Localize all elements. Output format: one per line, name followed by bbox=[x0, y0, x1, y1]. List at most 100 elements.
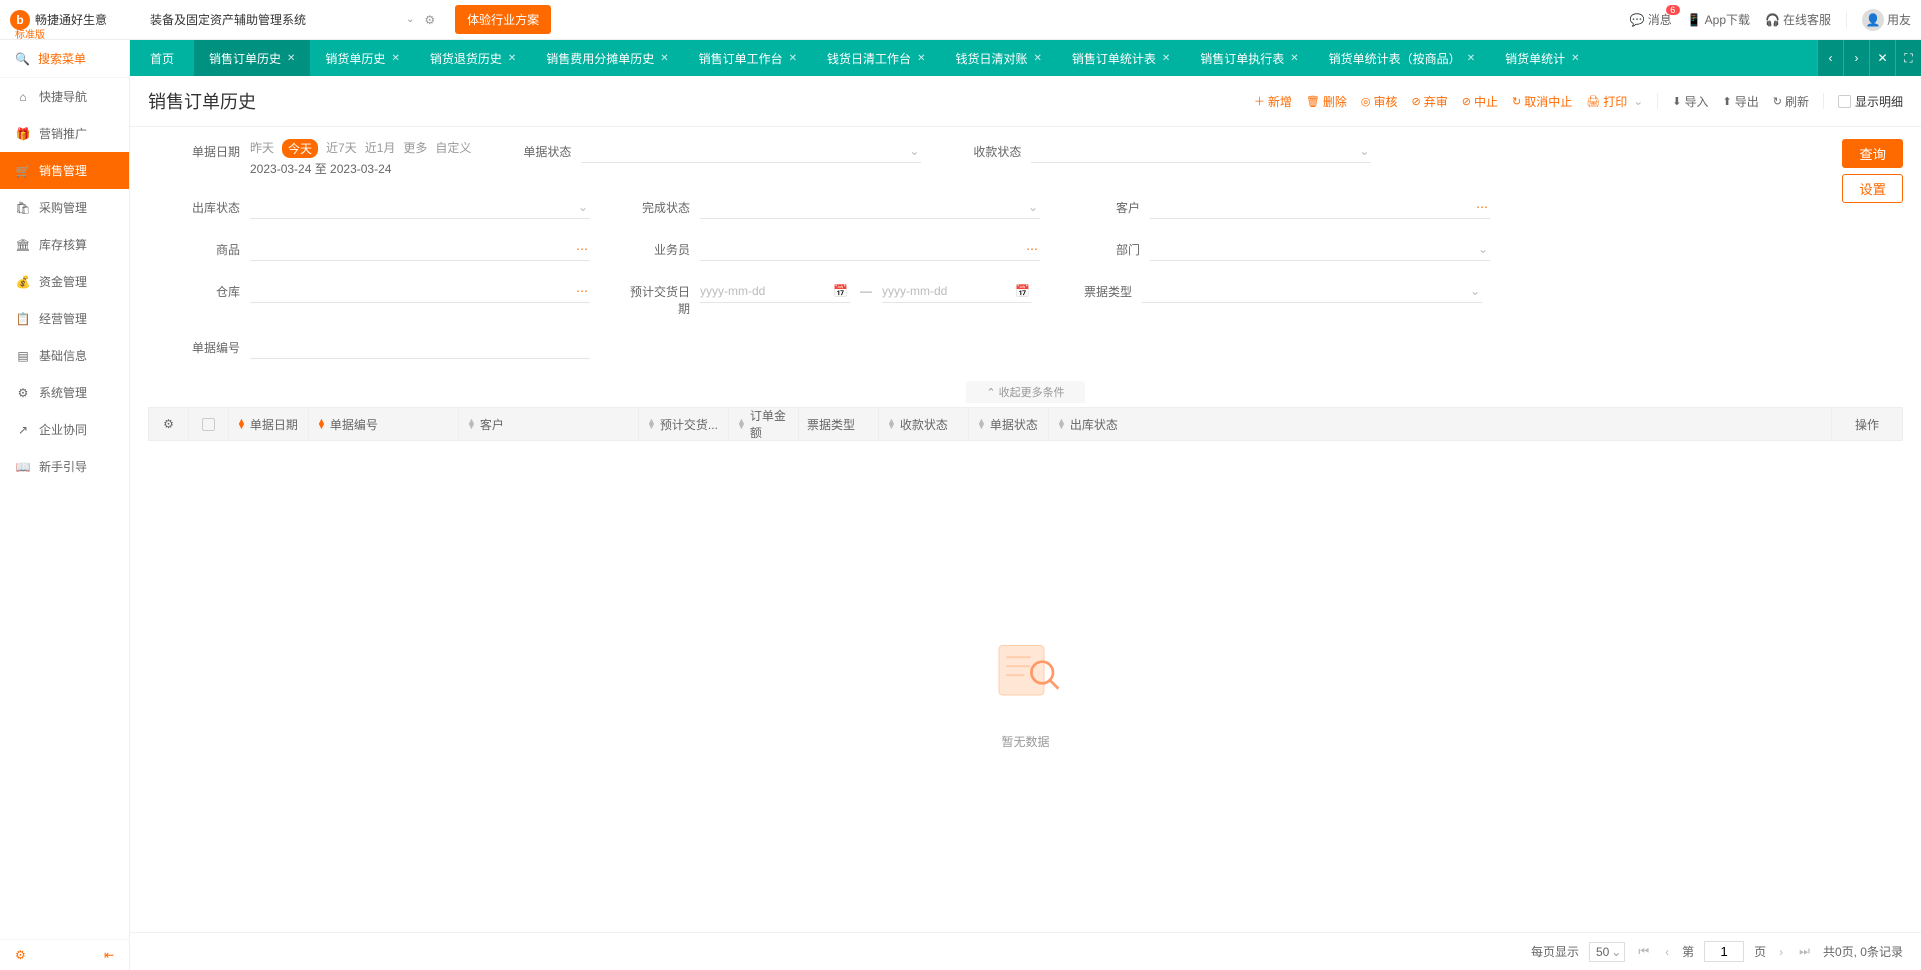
finish-status-select[interactable]: ⌄ bbox=[700, 195, 1040, 219]
tab[interactable]: 销货单统计表（按商品）✕ bbox=[1314, 40, 1490, 76]
tab[interactable]: 销货单统计✕ bbox=[1490, 40, 1594, 76]
warehouse-picker[interactable]: ⋯ bbox=[250, 279, 590, 303]
prev-page-button[interactable]: ‹ bbox=[1662, 945, 1672, 959]
gear-icon[interactable]: ⚙ bbox=[424, 13, 435, 27]
expected-date-from[interactable]: yyyy-mm-dd📅 bbox=[700, 279, 850, 303]
sidebar-item[interactable]: 🏛库存核算 bbox=[0, 226, 129, 263]
app-download-button[interactable]: 📱 App下载 bbox=[1687, 11, 1750, 28]
online-service-button[interactable]: 🎧 在线客服 bbox=[1765, 11, 1831, 28]
customer-picker[interactable]: ⋯ bbox=[1150, 195, 1490, 219]
date-tag[interactable]: 今天 bbox=[282, 139, 318, 158]
col-receipt-status[interactable]: ▲▼收款状态 bbox=[879, 408, 969, 440]
date-tag[interactable]: 更多 bbox=[403, 139, 427, 158]
col-doc-status[interactable]: ▲▼单据状态 bbox=[969, 408, 1049, 440]
sidebar-item[interactable]: ⚙系统管理 bbox=[0, 374, 129, 411]
col-ticket-type[interactable]: 票据类型 bbox=[799, 408, 879, 440]
tab[interactable]: 销货退货历史✕ bbox=[415, 40, 531, 76]
date-tag[interactable]: 近1月 bbox=[365, 139, 396, 158]
department-select[interactable]: ⌄ bbox=[1150, 237, 1490, 261]
table-settings-column[interactable]: ⚙ bbox=[149, 408, 189, 440]
date-tag[interactable]: 近7天 bbox=[326, 139, 357, 158]
abandon-audit-button[interactable]: ⊘弃审 bbox=[1412, 93, 1448, 110]
import-button[interactable]: ⬇导入 bbox=[1672, 93, 1708, 110]
tab[interactable]: 首页 bbox=[130, 40, 194, 76]
close-icon[interactable]: ✕ bbox=[917, 53, 925, 64]
sidebar-item[interactable]: 📖新手引导 bbox=[0, 448, 129, 485]
show-detail-checkbox[interactable]: 显示明细 bbox=[1838, 93, 1903, 110]
close-icon[interactable]: ✕ bbox=[789, 53, 797, 64]
doc-status-select[interactable]: ⌄ bbox=[581, 139, 921, 163]
close-icon[interactable]: ✕ bbox=[1571, 53, 1579, 64]
close-icon[interactable]: ✕ bbox=[287, 53, 295, 64]
col-date[interactable]: ▲▼单据日期 bbox=[229, 408, 309, 440]
col-out-status[interactable]: ▲▼出库状态 bbox=[1049, 408, 1832, 440]
date-tag[interactable]: 昨天 bbox=[250, 139, 274, 158]
message-icon: 💬 bbox=[1630, 13, 1645, 27]
add-button[interactable]: ＋新增 bbox=[1254, 93, 1292, 110]
fullscreen-button[interactable]: ⛶ bbox=[1895, 40, 1921, 76]
close-icon[interactable]: ✕ bbox=[1290, 53, 1298, 64]
tabs-scroll-left-button[interactable]: ‹ bbox=[1817, 40, 1843, 76]
col-customer[interactable]: ▲▼客户 bbox=[459, 408, 639, 440]
print-button[interactable]: 🖨打印⌄ bbox=[1586, 93, 1643, 110]
system-selector[interactable]: 装备及固定资产辅助管理系统 ⌄ ⚙ 体验行业方案 bbox=[150, 5, 551, 34]
sidebar-item[interactable]: 🛍采购管理 bbox=[0, 189, 129, 226]
tab[interactable]: 销售费用分摊单历史✕ bbox=[531, 40, 683, 76]
delete-button[interactable]: 🗑删除 bbox=[1306, 93, 1347, 110]
sidebar-item[interactable]: ⌂快捷导航 bbox=[0, 78, 129, 115]
tab[interactable]: 销售订单统计表✕ bbox=[1057, 40, 1185, 76]
doc-no-input[interactable] bbox=[250, 335, 590, 359]
close-icon[interactable]: ✕ bbox=[660, 53, 668, 64]
ticket-type-select[interactable]: ⌄ bbox=[1142, 279, 1482, 303]
export-button[interactable]: ⬆导出 bbox=[1723, 93, 1759, 110]
sidebar-item[interactable]: 🎁营销推广 bbox=[0, 115, 129, 152]
settings-icon[interactable]: ⚙ bbox=[15, 948, 26, 962]
close-icon[interactable]: ✕ bbox=[391, 53, 399, 64]
collapse-filters-button[interactable]: ⌃ 收起更多条件 bbox=[170, 377, 1881, 407]
refresh-button[interactable]: ↻刷新 bbox=[1773, 93, 1809, 110]
tab[interactable]: 钱货日清工作台✕ bbox=[812, 40, 940, 76]
tab[interactable]: 销货单历史✕ bbox=[310, 40, 414, 76]
col-doc-no[interactable]: ▲▼单据编号 bbox=[309, 408, 459, 440]
receipt-status-select[interactable]: ⌄ bbox=[1031, 139, 1371, 163]
sidebar-item[interactable]: 📋经营管理 bbox=[0, 300, 129, 337]
col-amount[interactable]: ▲▼订单金额 bbox=[729, 408, 799, 440]
tab[interactable]: 销售订单工作台✕ bbox=[684, 40, 812, 76]
tab-close-all-button[interactable]: ✕ bbox=[1869, 40, 1895, 76]
close-icon[interactable]: ✕ bbox=[1162, 53, 1170, 64]
last-page-button[interactable]: ⏭ bbox=[1796, 944, 1813, 959]
first-page-button[interactable]: ⏮ bbox=[1635, 944, 1652, 959]
close-icon[interactable]: ✕ bbox=[1033, 53, 1041, 64]
page-size-select[interactable]: 50 ⌄ bbox=[1589, 942, 1625, 962]
collapse-sidebar-icon[interactable]: ⇤ bbox=[104, 948, 114, 962]
stop-button[interactable]: ⊘中止 bbox=[1462, 93, 1498, 110]
col-expected[interactable]: ▲▼预计交货... bbox=[639, 408, 729, 440]
sidebar-item[interactable]: 💰资金管理 bbox=[0, 263, 129, 300]
tabs-scroll-right-button[interactable]: › bbox=[1843, 40, 1869, 76]
tab[interactable]: 销售订单执行表✕ bbox=[1185, 40, 1313, 76]
product-picker[interactable]: ⋯ bbox=[250, 237, 590, 261]
search-button[interactable]: 查询 bbox=[1842, 139, 1903, 168]
salesman-picker[interactable]: ⋯ bbox=[700, 237, 1040, 261]
audit-button[interactable]: ◎审核 bbox=[1361, 93, 1398, 110]
tab[interactable]: 销售订单历史✕ bbox=[194, 40, 310, 76]
tab[interactable]: 钱货日清对账✕ bbox=[940, 40, 1056, 76]
sidebar-item[interactable]: ▤基础信息 bbox=[0, 337, 129, 374]
sidebar-item[interactable]: ↗企业协同 bbox=[0, 411, 129, 448]
select-all-checkbox[interactable] bbox=[189, 408, 229, 440]
close-icon[interactable]: ✕ bbox=[508, 53, 516, 64]
date-tag[interactable]: 自定义 bbox=[435, 139, 471, 158]
next-page-button[interactable]: › bbox=[1776, 945, 1786, 959]
industry-plan-button[interactable]: 体验行业方案 bbox=[455, 5, 551, 34]
close-icon[interactable]: ✕ bbox=[1467, 53, 1475, 64]
search-menu[interactable]: 🔍 搜索菜单 bbox=[0, 40, 129, 78]
page-input[interactable] bbox=[1704, 941, 1744, 962]
salesman-label: 业务员 bbox=[620, 237, 700, 258]
filter-settings-button[interactable]: 设置 bbox=[1842, 174, 1903, 203]
out-status-select[interactable]: ⌄ bbox=[250, 195, 590, 219]
messages-button[interactable]: 💬 消息 6 bbox=[1630, 11, 1672, 28]
cancel-stop-button[interactable]: ↻取消中止 bbox=[1512, 93, 1572, 110]
sidebar-item[interactable]: 🛒销售管理 bbox=[0, 152, 129, 189]
user-menu[interactable]: 👤 用友 bbox=[1862, 9, 1911, 31]
expected-date-to[interactable]: yyyy-mm-dd📅 bbox=[882, 279, 1032, 303]
